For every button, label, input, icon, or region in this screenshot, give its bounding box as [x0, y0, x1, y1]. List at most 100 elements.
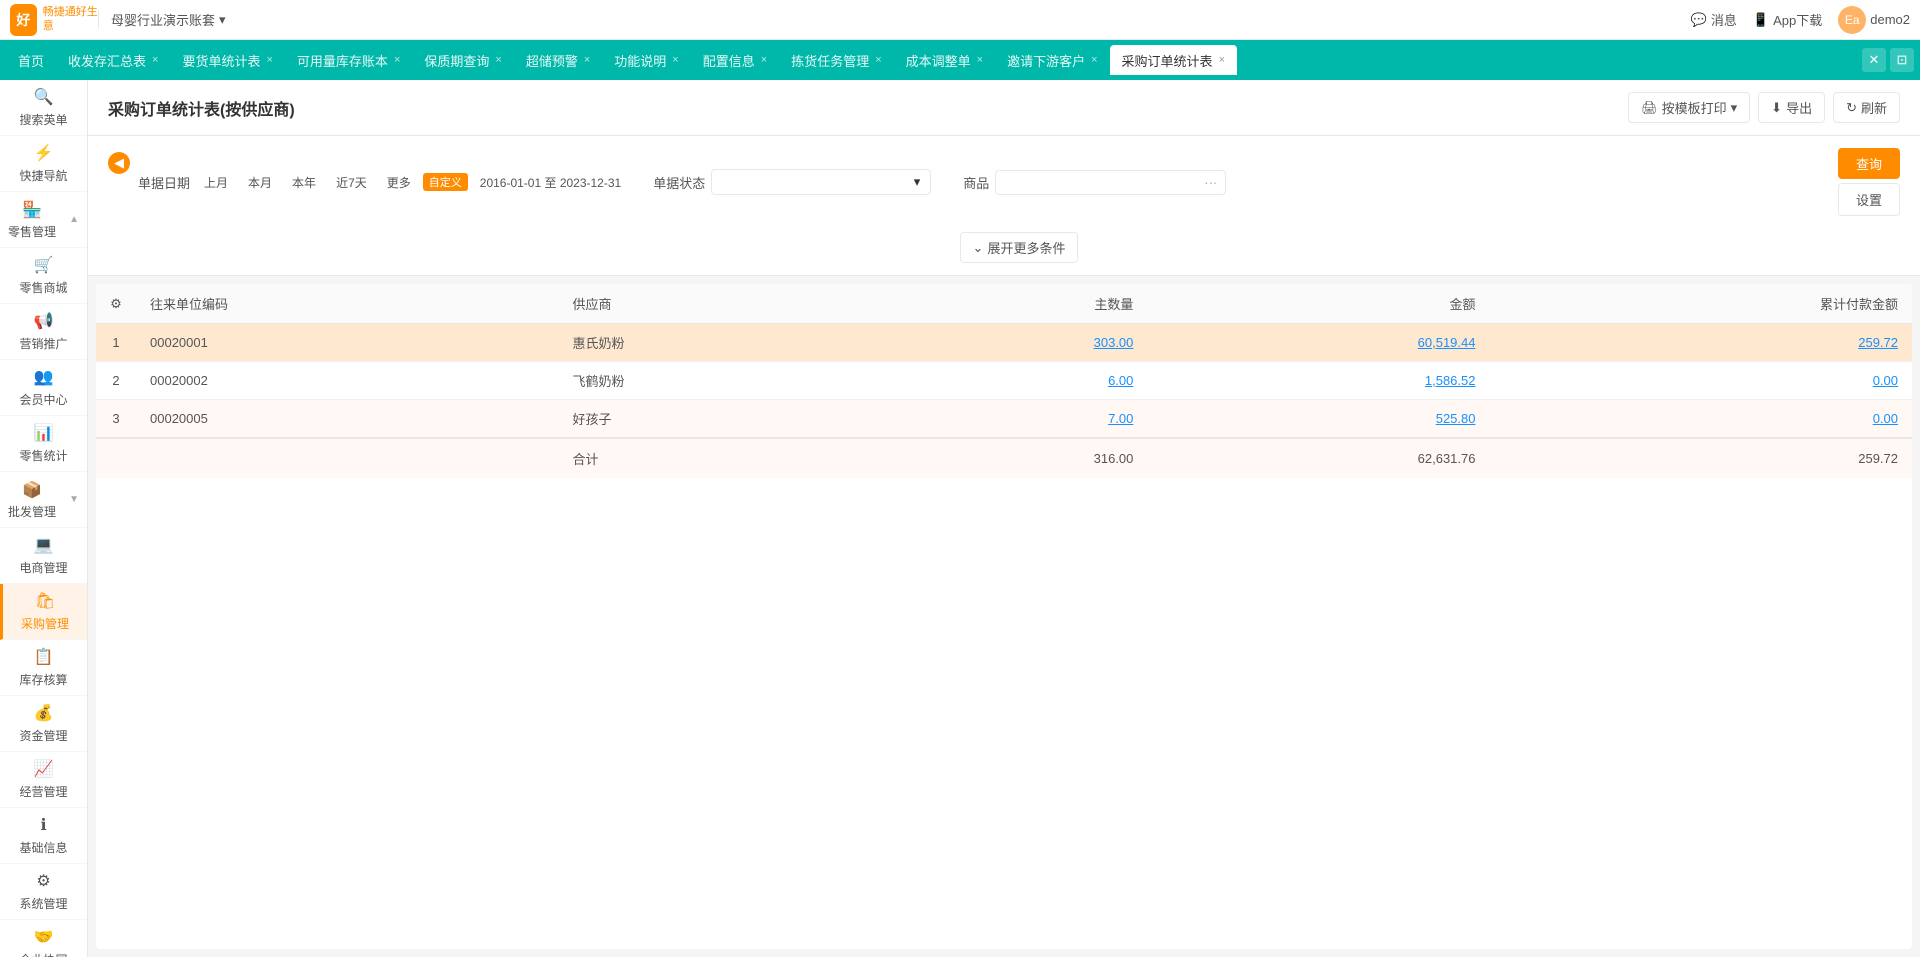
tab-batch-task[interactable]: 拣货任务管理 ×	[779, 45, 893, 75]
tab-available-inventory[interactable]: 可用量库存账本 ×	[285, 45, 412, 75]
top-bar-right: 💬 消息 📱 App下载 Ea demo2	[1691, 6, 1910, 34]
sidebar-item-finance[interactable]: 💰 资金管理	[0, 696, 87, 752]
col-supplier-code: 往来单位编码	[136, 284, 558, 324]
collapse-filter-btn[interactable]: ◀	[108, 152, 130, 174]
print-button[interactable]: 🖨 按模板打印 ▾	[1628, 92, 1750, 123]
cell-amount[interactable]: 525.80	[1147, 400, 1489, 439]
date-btn-more[interactable]: 更多	[379, 172, 419, 193]
sidebar-item-inventory[interactable]: 📋 库存核算	[0, 640, 87, 696]
sidebar-item-wholesale[interactable]: 📦 批发管理 ▼	[0, 472, 87, 528]
close-tab-batch-task[interactable]: ×	[875, 54, 881, 66]
goods-more-icon[interactable]: ···	[1196, 175, 1225, 190]
cell-quantity[interactable]: 6.00	[877, 362, 1147, 400]
message-btn[interactable]: 💬 消息	[1691, 10, 1737, 29]
goods-input[interactable]	[996, 171, 1196, 194]
sidebar-item-basic-info[interactable]: ℹ 基础信息	[0, 808, 87, 864]
tab-home[interactable]: 首页	[6, 45, 56, 75]
expand-row: ⌄ 展开更多条件	[138, 224, 1900, 263]
cell-quantity[interactable]: 7.00	[877, 400, 1147, 439]
sidebar-item-quick-nav[interactable]: ⚡ 快捷导航	[0, 136, 87, 192]
close-tab-order-summary[interactable]: ×	[266, 54, 272, 66]
close-tab-config-info[interactable]: ×	[761, 54, 767, 66]
cell-amount[interactable]: 1,586.52	[1147, 362, 1489, 400]
sidebar-item-retail[interactable]: 🏪 零售管理 ▲	[0, 192, 87, 248]
export-button[interactable]: ⬇ 导出	[1758, 92, 1825, 123]
window-max-btn[interactable]: ⊡	[1890, 48, 1914, 72]
cell-amount[interactable]: 60,519.44	[1147, 324, 1489, 362]
sidebar-item-search[interactable]: 🔍 搜索英单	[0, 80, 87, 136]
refresh-button[interactable]: ↻ 刷新	[1833, 92, 1900, 123]
sidebar-item-operation[interactable]: 📈 经营管理	[0, 752, 87, 808]
sidebar-item-purchase[interactable]: 🛍 采购管理	[0, 584, 87, 640]
close-tab-receive-summary[interactable]: ×	[152, 54, 158, 66]
expand-label: 展开更多条件	[987, 238, 1065, 257]
tab-warranty-query[interactable]: 保质期查询 ×	[412, 45, 513, 75]
export-icon: ⬇	[1771, 100, 1782, 116]
user-profile[interactable]: Ea demo2	[1838, 6, 1910, 34]
date-filter-label: 单据日期	[138, 173, 190, 192]
tab-invite-downstream[interactable]: 邀请下游客户 ×	[995, 45, 1109, 75]
sidebar-item-retail-stats[interactable]: 📊 零售统计	[0, 416, 87, 472]
col-settings[interactable]: ⚙	[96, 284, 136, 324]
filter-area: ◀ 单据日期 上月 本月 本年 近7天	[88, 136, 1920, 276]
cell-paid[interactable]: 0.00	[1489, 400, 1912, 439]
close-tab-purchase-summary[interactable]: ×	[1219, 54, 1225, 66]
date-btn-this-month[interactable]: 本月	[240, 172, 280, 193]
wholesale-icon: 📦	[22, 480, 42, 500]
sidebar-item-ecommerce[interactable]: 💻 电商管理	[0, 528, 87, 584]
date-custom-badge: 自定义	[423, 173, 468, 191]
close-tab-invite-downstream[interactable]: ×	[1091, 54, 1097, 66]
sidebar-finance-label: 资金管理	[19, 727, 67, 744]
print-icon: 🖨	[1641, 100, 1658, 116]
expand-more-btn[interactable]: ⌄ 展开更多条件	[960, 232, 1079, 263]
workspace-name: 母婴行业演示账套	[111, 10, 215, 29]
window-close-btn[interactable]: ✕	[1862, 48, 1886, 72]
status-select[interactable]: ▾	[711, 169, 931, 195]
export-label: 导出	[1786, 98, 1812, 117]
workspace-selector[interactable]: 母婴行业演示账套 ▾	[98, 10, 238, 29]
table-row[interactable]: 3 00020005 好孩子 7.00 525.80 0.00	[96, 400, 1912, 439]
expand-icon: ⌄	[973, 240, 984, 256]
tab-order-summary-label: 要货单统计表	[182, 51, 260, 70]
sidebar-item-marketing[interactable]: 📢 营销推广	[0, 304, 87, 360]
tab-home-label: 首页	[18, 51, 44, 70]
sidebar-item-member[interactable]: 👥 会员中心	[0, 360, 87, 416]
close-tab-available-inventory[interactable]: ×	[394, 54, 400, 66]
date-btn-7days[interactable]: 近7天	[328, 172, 375, 193]
cell-paid[interactable]: 0.00	[1489, 362, 1912, 400]
tab-function-desc[interactable]: 功能说明 ×	[602, 45, 690, 75]
date-btn-last-month[interactable]: 上月	[196, 172, 236, 193]
tab-cost-adjust-label: 成本调整单	[906, 51, 971, 70]
tab-purchase-summary[interactable]: 采购订单统计表 ×	[1110, 45, 1237, 75]
settings-col-icon[interactable]: ⚙	[110, 296, 122, 311]
settings-button[interactable]: 设置	[1838, 183, 1900, 216]
workspace-chevron-icon: ▾	[219, 12, 226, 28]
tab-cost-adjust[interactable]: 成本调整单 ×	[894, 45, 995, 75]
logo: 好 畅捷通好生意	[10, 4, 98, 36]
tab-overstock-warning[interactable]: 超储预警 ×	[514, 45, 602, 75]
tab-receive-summary[interactable]: 收发存汇总表 ×	[56, 45, 170, 75]
sidebar-basic-info-label: 基础信息	[19, 839, 67, 856]
finance-icon: 💰	[34, 703, 54, 723]
query-button[interactable]: 查询	[1838, 148, 1900, 179]
table-row[interactable]: 2 00020002 飞鹤奶粉 6.00 1,586.52 0.00	[96, 362, 1912, 400]
close-tab-cost-adjust[interactable]: ×	[977, 54, 983, 66]
date-btn-this-year[interactable]: 本年	[284, 172, 324, 193]
close-tab-warranty-query[interactable]: ×	[495, 54, 501, 66]
tab-purchase-summary-label: 采购订单统计表	[1122, 51, 1213, 70]
retail-mall-icon: 🛒	[34, 255, 54, 275]
sidebar-item-retail-mall[interactable]: 🛒 零售商城	[0, 248, 87, 304]
tab-order-summary[interactable]: 要货单统计表 ×	[170, 45, 284, 75]
sidebar-item-enterprise[interactable]: 🤝 企业协同	[0, 920, 87, 957]
goods-filter-label: 商品	[963, 173, 989, 192]
app-download-btn[interactable]: 📱 App下载	[1753, 10, 1822, 29]
cell-paid[interactable]: 259.72	[1489, 324, 1912, 362]
cell-quantity[interactable]: 303.00	[877, 324, 1147, 362]
footer-label: 合计	[558, 438, 877, 478]
table-row[interactable]: 1 00020001 惠氏奶粉 303.00 60,519.44 259.72	[96, 324, 1912, 362]
print-chevron-icon: ▾	[1731, 100, 1738, 116]
sidebar-item-system[interactable]: ⚙ 系统管理	[0, 864, 87, 920]
tab-config-info[interactable]: 配置信息 ×	[691, 45, 779, 75]
close-tab-function-desc[interactable]: ×	[672, 54, 678, 66]
close-tab-overstock-warning[interactable]: ×	[584, 54, 590, 66]
